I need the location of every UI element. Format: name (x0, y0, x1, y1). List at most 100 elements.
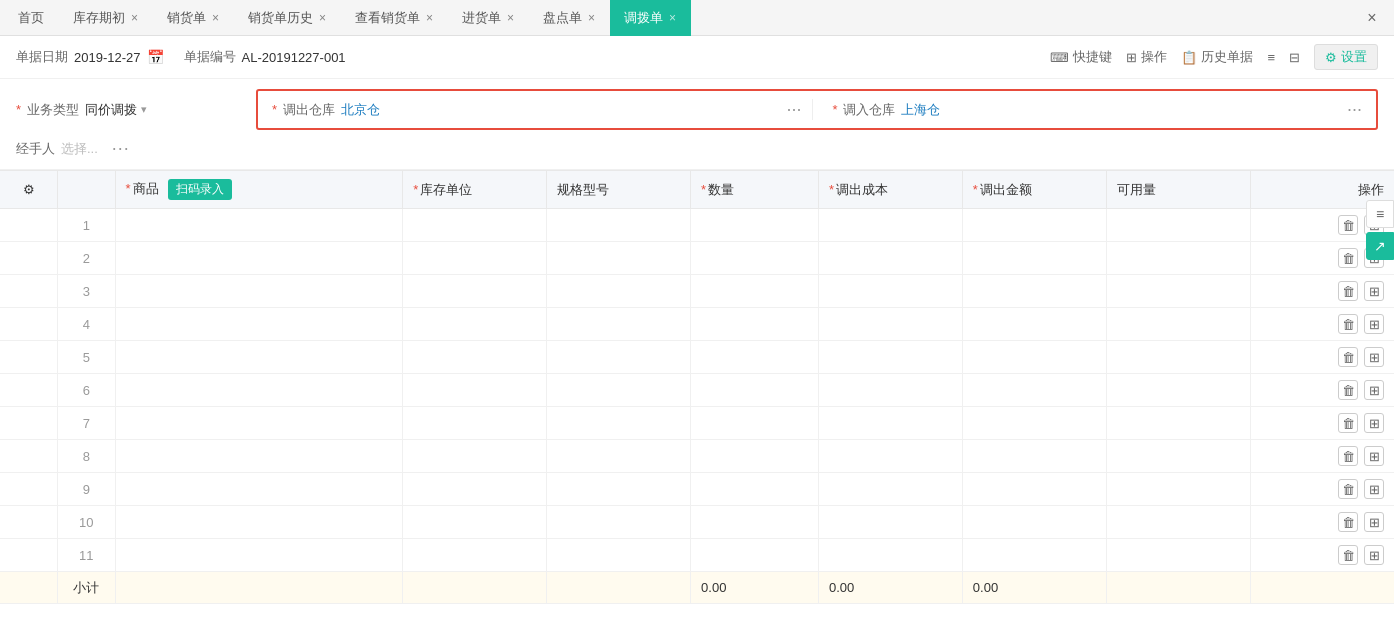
cell-amount-6[interactable] (962, 374, 1106, 407)
cell-available-6[interactable] (1106, 374, 1250, 407)
cell-available-5[interactable] (1106, 341, 1250, 374)
cell-amount-11[interactable] (962, 539, 1106, 572)
table-row[interactable]: 3 🗑 ⊞ (0, 275, 1394, 308)
cell-spec-5[interactable] (547, 341, 691, 374)
cell-unit-7[interactable] (403, 407, 547, 440)
copy-icon-11[interactable]: ⊞ (1364, 545, 1384, 565)
tab-close-sales-history[interactable]: × (319, 11, 326, 25)
tab-stocktake[interactable]: 盘点单 × (529, 0, 610, 36)
cell-amount-9[interactable] (962, 473, 1106, 506)
cell-amount-4[interactable] (962, 308, 1106, 341)
cell-spec-8[interactable] (547, 440, 691, 473)
cell-available-11[interactable] (1106, 539, 1250, 572)
delete-icon-7[interactable]: 🗑 (1338, 413, 1358, 433)
cell-amount-3[interactable] (962, 275, 1106, 308)
history-btn[interactable]: 📋 历史单据 (1181, 48, 1253, 66)
cell-qty-9[interactable] (691, 473, 819, 506)
cell-available-1[interactable] (1106, 209, 1250, 242)
copy-icon-3[interactable]: ⊞ (1364, 281, 1384, 301)
cell-product-6[interactable] (115, 374, 403, 407)
biz-type-dropdown[interactable]: 同价调拨 ▾ (85, 101, 147, 119)
delete-icon-8[interactable]: 🗑 (1338, 446, 1358, 466)
tab-transfer[interactable]: 调拨单 × (610, 0, 691, 36)
delete-icon-5[interactable]: 🗑 (1338, 347, 1358, 367)
table-row[interactable]: 4 🗑 ⊞ (0, 308, 1394, 341)
cell-qty-10[interactable] (691, 506, 819, 539)
handler-more[interactable]: ··· (112, 138, 130, 159)
cell-qty-8[interactable] (691, 440, 819, 473)
table-row[interactable]: 2 🗑 ⊞ (0, 242, 1394, 275)
tab-home[interactable]: 首页 (4, 0, 59, 36)
cell-qty-1[interactable] (691, 209, 819, 242)
cell-spec-1[interactable] (547, 209, 691, 242)
cell-product-4[interactable] (115, 308, 403, 341)
cell-qty-5[interactable] (691, 341, 819, 374)
tab-inventory-init[interactable]: 库存期初 × (59, 0, 153, 36)
cell-available-7[interactable] (1106, 407, 1250, 440)
delete-icon-2[interactable]: 🗑 (1338, 248, 1358, 268)
table-row[interactable]: 8 🗑 ⊞ (0, 440, 1394, 473)
cell-spec-2[interactable] (547, 242, 691, 275)
tab-purchase-order[interactable]: 进货单 × (448, 0, 529, 36)
cell-cost-9[interactable] (818, 473, 962, 506)
cell-available-8[interactable] (1106, 440, 1250, 473)
cell-amount-1[interactable] (962, 209, 1106, 242)
layout-icon-2[interactable]: ⊟ (1289, 50, 1300, 65)
cell-spec-3[interactable] (547, 275, 691, 308)
cell-unit-11[interactable] (403, 539, 547, 572)
cell-amount-10[interactable] (962, 506, 1106, 539)
warehouse-out-more[interactable]: ··· (786, 99, 801, 120)
table-row[interactable]: 6 🗑 ⊞ (0, 374, 1394, 407)
warehouse-in-more[interactable]: ··· (1347, 99, 1362, 120)
tab-close-transfer[interactable]: × (669, 11, 676, 25)
cell-cost-1[interactable] (818, 209, 962, 242)
delete-icon-4[interactable]: 🗑 (1338, 314, 1358, 334)
table-row[interactable]: 7 🗑 ⊞ (0, 407, 1394, 440)
cell-qty-2[interactable] (691, 242, 819, 275)
tab-close-purchase-order[interactable]: × (507, 11, 514, 25)
copy-icon-8[interactable]: ⊞ (1364, 446, 1384, 466)
cell-qty-3[interactable] (691, 275, 819, 308)
cell-cost-4[interactable] (818, 308, 962, 341)
settings-button[interactable]: ⚙ 设置 (1314, 44, 1378, 70)
cell-qty-4[interactable] (691, 308, 819, 341)
cell-unit-8[interactable] (403, 440, 547, 473)
cell-unit-4[interactable] (403, 308, 547, 341)
cell-available-10[interactable] (1106, 506, 1250, 539)
right-list-btn[interactable]: ≡ (1366, 200, 1394, 228)
tab-close-inventory-init[interactable]: × (131, 11, 138, 25)
cell-spec-10[interactable] (547, 506, 691, 539)
table-row[interactable]: 9 🗑 ⊞ (0, 473, 1394, 506)
copy-icon-10[interactable]: ⊞ (1364, 512, 1384, 532)
copy-icon-6[interactable]: ⊞ (1364, 380, 1384, 400)
delete-icon-6[interactable]: 🗑 (1338, 380, 1358, 400)
cell-spec-11[interactable] (547, 539, 691, 572)
cell-spec-6[interactable] (547, 374, 691, 407)
delete-icon-1[interactable]: 🗑 (1338, 215, 1358, 235)
cell-unit-6[interactable] (403, 374, 547, 407)
cell-spec-4[interactable] (547, 308, 691, 341)
cell-product-1[interactable] (115, 209, 403, 242)
copy-icon-5[interactable]: ⊞ (1364, 347, 1384, 367)
cell-unit-1[interactable] (403, 209, 547, 242)
cell-cost-7[interactable] (818, 407, 962, 440)
tab-close-view-sales[interactable]: × (426, 11, 433, 25)
cell-unit-9[interactable] (403, 473, 547, 506)
cell-available-2[interactable] (1106, 242, 1250, 275)
delete-icon-10[interactable]: 🗑 (1338, 512, 1358, 532)
cell-cost-2[interactable] (818, 242, 962, 275)
cell-available-4[interactable] (1106, 308, 1250, 341)
cell-unit-2[interactable] (403, 242, 547, 275)
cell-qty-7[interactable] (691, 407, 819, 440)
copy-icon-7[interactable]: ⊞ (1364, 413, 1384, 433)
shortcuts-btn[interactable]: ⌨ 快捷键 (1050, 48, 1112, 66)
tab-sales-history[interactable]: 销货单历史 × (234, 0, 341, 36)
tab-close-stocktake[interactable]: × (588, 11, 595, 25)
copy-icon-4[interactable]: ⊞ (1364, 314, 1384, 334)
cell-product-3[interactable] (115, 275, 403, 308)
cell-available-9[interactable] (1106, 473, 1250, 506)
delete-icon-3[interactable]: 🗑 (1338, 281, 1358, 301)
calendar-icon[interactable]: 📅 (147, 49, 164, 65)
cell-qty-6[interactable] (691, 374, 819, 407)
cell-product-8[interactable] (115, 440, 403, 473)
